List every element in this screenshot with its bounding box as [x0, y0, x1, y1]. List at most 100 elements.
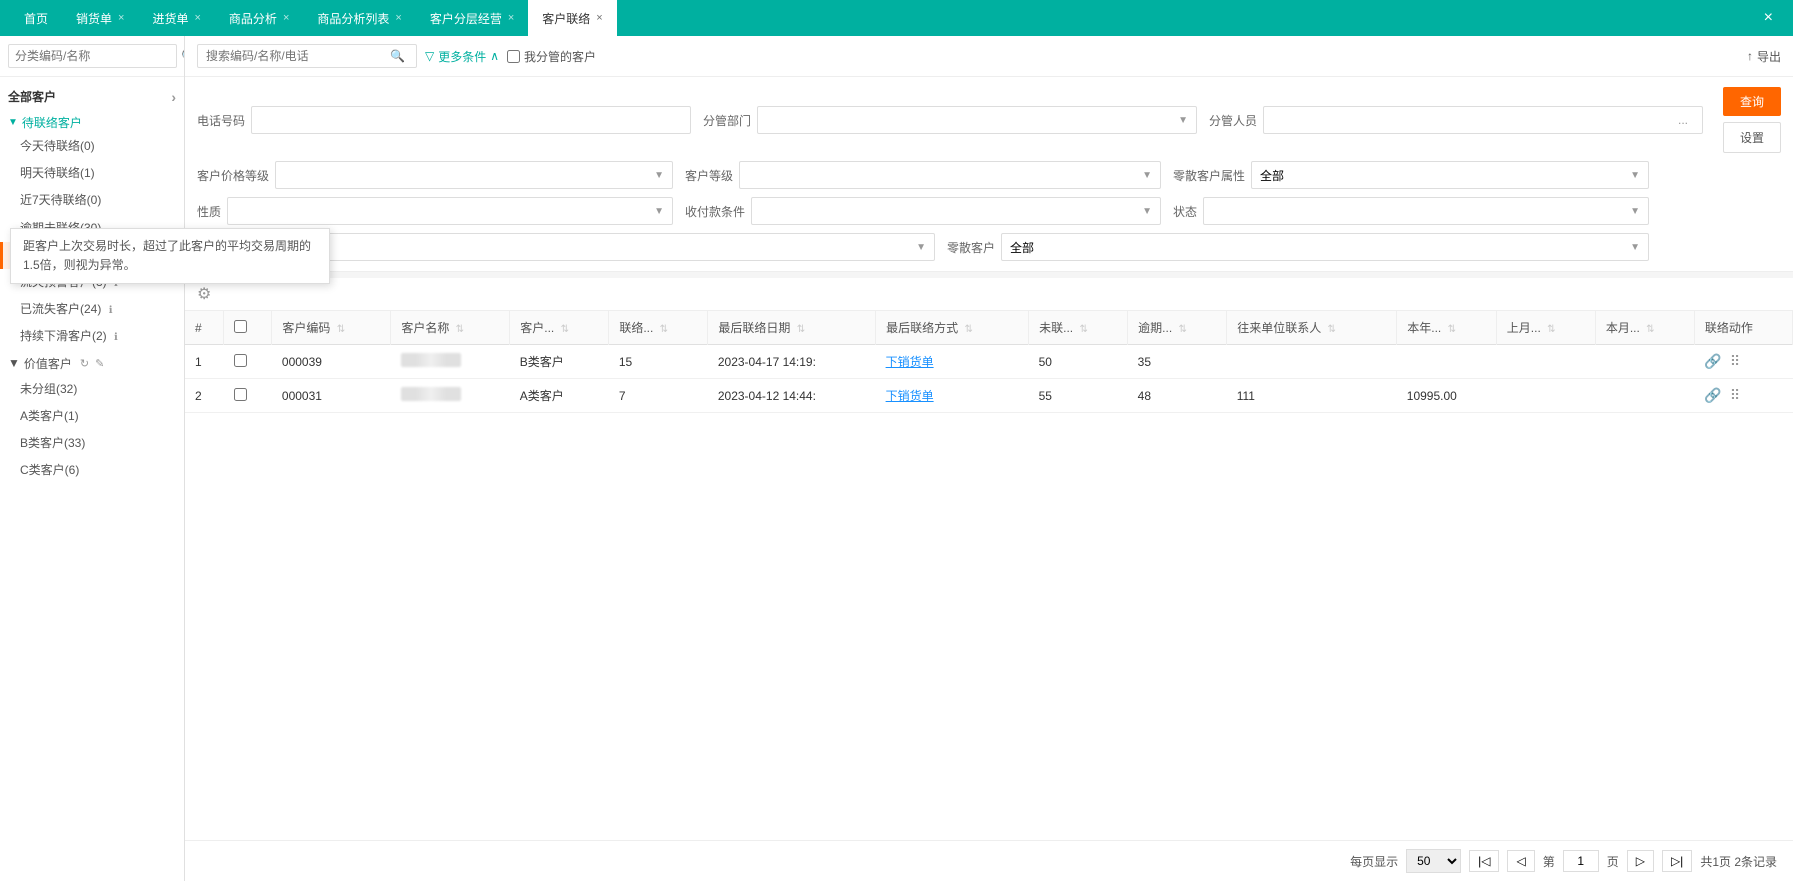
page-number-input[interactable]	[1563, 850, 1599, 872]
per-page-select[interactable]: 50 20 100	[1406, 849, 1461, 873]
payment-select[interactable]: ▼	[751, 197, 1161, 225]
page-last-btn[interactable]: ▷|	[1662, 850, 1692, 872]
filter-icon: ▽	[425, 49, 434, 63]
price-grade-label: 客户价格等级	[197, 167, 269, 184]
nav-item-customer-tier[interactable]: 客户分层经营 ×	[416, 0, 528, 36]
sidebar: 🔍 全部客户 › ▼ 待联络客户 今天待联络(0) 明天待联络(1) 近7天待联…	[0, 36, 185, 881]
nav-close-customer-contact[interactable]: ×	[596, 12, 602, 24]
cell-overdue: 48	[1128, 379, 1227, 413]
search-input[interactable]	[206, 49, 386, 63]
cell-last-contact-method: 下销货单	[876, 345, 1029, 379]
export-button[interactable]: ↑ 导出	[1747, 48, 1781, 65]
customer-grade-label: 客户等级	[685, 167, 733, 184]
my-customers-label: 我分管的客户	[524, 48, 596, 65]
col-contact-person: 往来单位联系人 ⇅	[1227, 311, 1397, 345]
nav-item-sales[interactable]: 销货单 ×	[62, 0, 138, 36]
window-close-button[interactable]: ×	[1754, 9, 1783, 27]
filter-customer-type: 客户类型 ▼	[233, 233, 935, 261]
nav-label-customer-contact: 客户联络	[542, 10, 590, 27]
value-refresh-icon[interactable]: ↻	[80, 357, 89, 370]
status-select[interactable]: ▼	[1203, 197, 1649, 225]
dept-select[interactable]: ▼	[757, 106, 1197, 134]
filter-dept: 分管部门 ▼	[703, 106, 1197, 134]
filter-form: 电话号码 分管部门 ▼ 分管人员 ... 查询 设置	[185, 77, 1793, 272]
tree-section-pending[interactable]: ▼ 待联络客户	[0, 110, 184, 133]
page-prev-btn[interactable]: ◁	[1507, 850, 1534, 872]
tree-item-ungrouped[interactable]: 未分组(32)	[0, 376, 184, 403]
phone-label: 电话号码	[197, 112, 245, 129]
retail-customer-select[interactable]: 全部▼	[1001, 233, 1649, 261]
customer-type-select[interactable]: ▼	[287, 233, 935, 261]
person-select[interactable]: ...	[1263, 106, 1703, 134]
value-edit-icon[interactable]: ✎	[95, 357, 104, 370]
table-row: 2 000031 A类客户 7 2023-04-12 14:44: 下销货单 5…	[185, 379, 1793, 413]
tree-item-declining[interactable]: 持续下滑客户(2) ℹ	[0, 323, 184, 350]
my-customers-checkbox[interactable]	[507, 50, 520, 63]
contact-method-link[interactable]: 下销货单	[886, 355, 934, 369]
nav-item-customer-contact[interactable]: 客户联络 ×	[528, 0, 616, 36]
filter-status: 状态 ▼	[1173, 197, 1649, 225]
table-settings-icon[interactable]: ⚙	[197, 284, 211, 304]
nature-select[interactable]: ▼	[227, 197, 673, 225]
tree-item-class-a[interactable]: A类客户(1)	[0, 403, 184, 430]
query-button[interactable]: 查询	[1723, 87, 1781, 116]
declining-info-icon: ℹ	[114, 332, 118, 343]
row-checkbox-1[interactable]	[234, 388, 247, 401]
filter-bar: 🔍 ▽ 更多条件 ∧ 我分管的客户 ↑ 导出	[185, 36, 1793, 77]
tree-root-all-customers[interactable]: 全部客户 ›	[0, 83, 184, 110]
page-first-btn[interactable]: |◁	[1469, 850, 1499, 872]
customer-table: # 客户编码 ⇅ 客户名称 ⇅ 客户... ⇅ 联络... ⇅ 最后联络日期 ⇅…	[185, 311, 1793, 413]
tree-item-churned[interactable]: 已流失客户(24) ℹ	[0, 296, 184, 323]
action-link-icon-1[interactable]: 🔗	[1704, 387, 1721, 404]
phone-input[interactable]	[251, 106, 691, 134]
cell-last-contact-method: 下销货单	[876, 379, 1029, 413]
cell-contact-person: 111	[1227, 379, 1397, 413]
filter-retail-customer: 零散客户 全部▼	[947, 233, 1649, 261]
filter-person: 分管人员 ...	[1209, 106, 1703, 134]
filter-phone: 电话号码	[197, 106, 691, 134]
tree-item-class-b[interactable]: B类客户(33)	[0, 430, 184, 457]
pagination: 每页显示 50 20 100 |◁ ◁ 第 页 ▷ ▷| 共1页 2条记录	[185, 840, 1793, 881]
tooltip-box: 距客户上次交易时长，超过了此客户的平均交易周期的1.5倍，则视为异常。	[185, 228, 330, 284]
action-more-icon-1[interactable]: ⠿	[1730, 387, 1740, 404]
customer-grade-select[interactable]: ▼	[739, 161, 1161, 189]
settings-button[interactable]: 设置	[1723, 122, 1781, 153]
sidebar-tree: 全部客户 › ▼ 待联络客户 今天待联络(0) 明天待联络(1) 近7天待联络(…	[0, 77, 184, 881]
cell-this-month	[1595, 379, 1694, 413]
nav-label-home: 首页	[24, 10, 48, 27]
nav-item-analysis-list[interactable]: 商品分析列表 ×	[303, 0, 415, 36]
nav-close-analysis-list[interactable]: ×	[395, 12, 401, 24]
select-all-checkbox[interactable]	[234, 320, 247, 333]
nav-label-analysis: 商品分析	[229, 10, 277, 27]
price-grade-select[interactable]: ▼	[275, 161, 673, 189]
nav-label-analysis-list: 商品分析列表	[317, 10, 389, 27]
sidebar-search-input[interactable]	[8, 44, 177, 68]
churned-info-icon: ℹ	[109, 305, 113, 316]
tree-item-today[interactable]: 今天待联络(0)	[0, 133, 184, 160]
action-link-icon-0[interactable]: 🔗	[1704, 353, 1721, 370]
contact-method-link[interactable]: 下销货单	[886, 389, 934, 403]
search-input-wrap[interactable]: 🔍	[197, 44, 417, 68]
nav-item-analysis[interactable]: 商品分析 ×	[215, 0, 303, 36]
row-checkbox-0[interactable]	[234, 354, 247, 367]
cell-contact-count: 7	[609, 379, 708, 413]
nav-item-purchase[interactable]: 进货单 ×	[138, 0, 214, 36]
export-label: 导出	[1757, 48, 1781, 65]
action-more-icon-0[interactable]: ⠿	[1730, 353, 1740, 370]
tree-item-tomorrow[interactable]: 明天待联络(1)	[0, 160, 184, 187]
tree-item-7days[interactable]: 近7天待联络(0)	[0, 187, 184, 214]
nav-close-sales[interactable]: ×	[118, 12, 124, 24]
col-code: 客户编码 ⇅	[272, 311, 391, 345]
col-last-contact-date: 最后联络日期 ⇅	[708, 311, 876, 345]
retail-attr-select[interactable]: 全部▼	[1251, 161, 1649, 189]
nav-close-purchase[interactable]: ×	[194, 12, 200, 24]
collapse-icon[interactable]: ›	[171, 89, 176, 105]
nav-item-home[interactable]: 首页	[10, 0, 62, 36]
tree-item-class-c[interactable]: C类客户(6)	[0, 457, 184, 484]
nav-close-analysis[interactable]: ×	[283, 12, 289, 24]
page-next-btn[interactable]: ▷	[1627, 850, 1654, 872]
tree-value-customers-header[interactable]: ▼ 价值客户 ↻ ✎	[0, 351, 184, 376]
more-conditions-button[interactable]: ▽ 更多条件 ∧	[425, 48, 499, 65]
nav-close-customer-tier[interactable]: ×	[508, 12, 514, 24]
filter-price-grade: 客户价格等级 ▼	[197, 161, 673, 189]
